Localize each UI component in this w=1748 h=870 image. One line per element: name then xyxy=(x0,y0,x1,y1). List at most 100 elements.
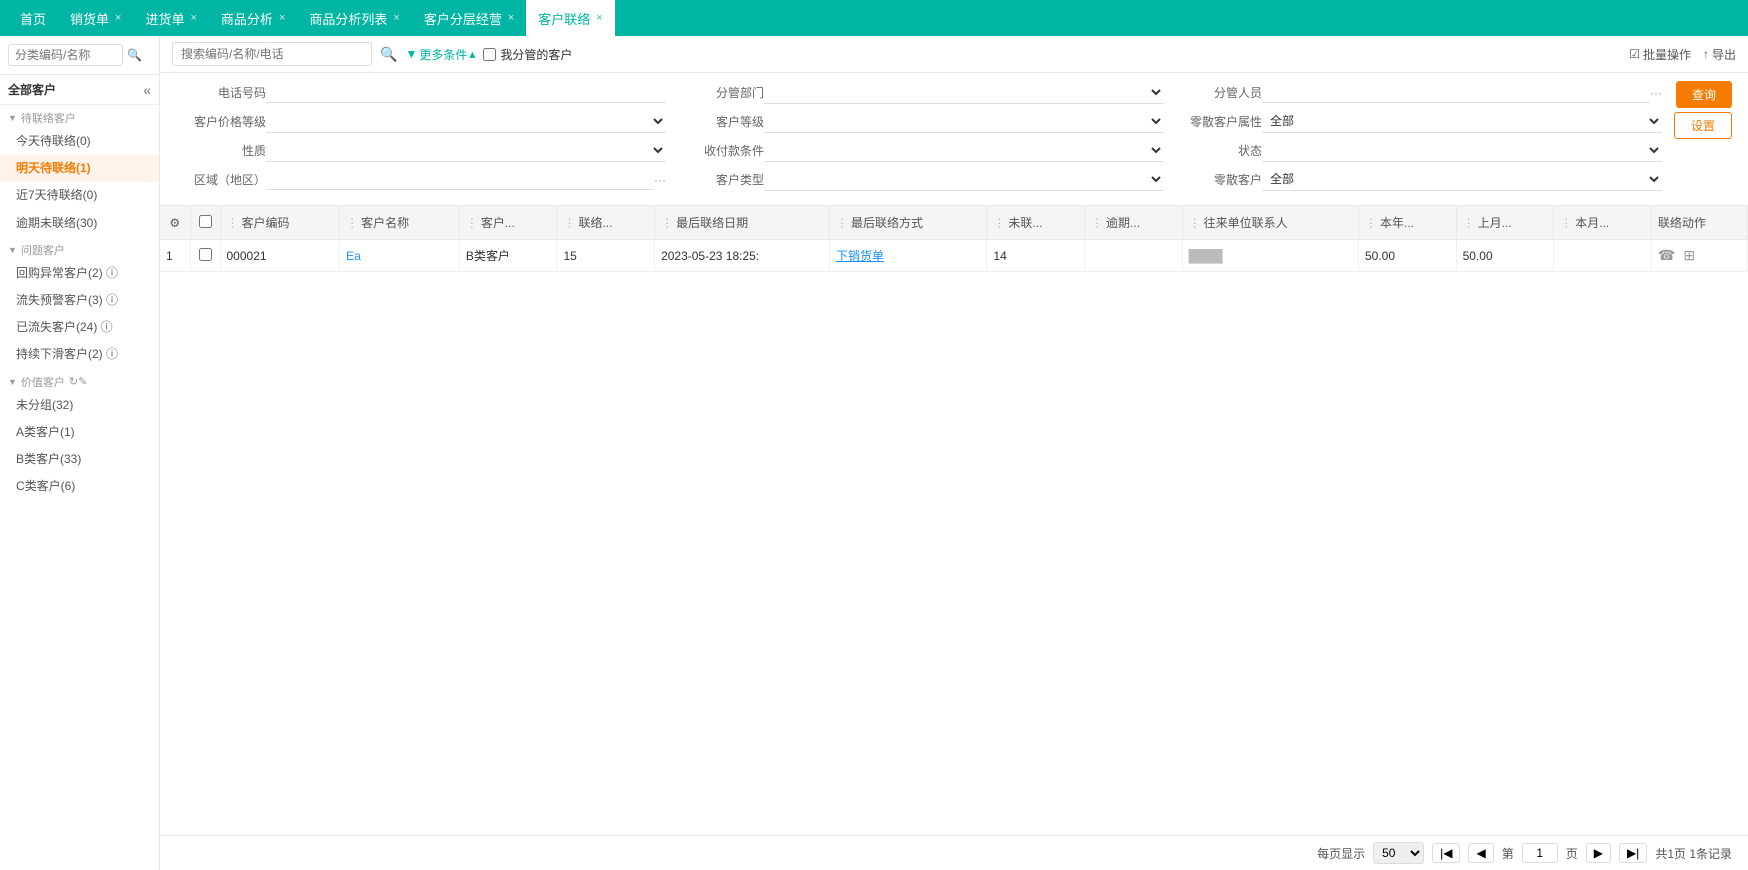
retail-attr-select[interactable]: 全部 xyxy=(1262,110,1662,133)
sidebar-declining[interactable]: 持续下滑客户(2) ⓘ xyxy=(0,341,159,368)
cell-last-contact-method[interactable]: 下销货单 xyxy=(829,240,986,272)
select-all-checkbox[interactable] xyxy=(199,215,212,228)
person-more-icon[interactable]: ··· xyxy=(1650,86,1662,100)
sidebar-search-icon[interactable]: 🔍 xyxy=(127,48,142,62)
sidebar-today-contact[interactable]: 今天待联络(0) xyxy=(0,128,159,155)
filter-row-3: 性质 收付款条件 xyxy=(176,139,1662,162)
nature-select[interactable] xyxy=(266,139,666,162)
region-more-icon[interactable]: ··· xyxy=(654,173,666,187)
page-size-select[interactable]: 50 100 200 xyxy=(1373,842,1424,864)
sidebar-search-area: 🔍 xyxy=(0,36,159,75)
export-button[interactable]: ↑ 导出 xyxy=(1703,46,1736,63)
col-last-contact-method[interactable]: 最后联络方式 xyxy=(829,206,986,240)
payment-select[interactable] xyxy=(764,139,1164,162)
sidebar-overdue-contact[interactable]: 逾期未联络(30) xyxy=(0,210,159,237)
nav-purchase-order[interactable]: 进货单 × xyxy=(133,0,208,36)
col-type[interactable]: 客户... xyxy=(459,206,557,240)
table-container: ⚙ 客户编码 客户名称 客户... 联络... 最后联络日期 最后联络方式 未联… xyxy=(160,206,1748,835)
filter-bar: 🔍 ▼ 更多条件 ▴ 我分管的客户 ☑ 批量操作 ↑ 导出 xyxy=(160,36,1748,73)
nav-customer-tier[interactable]: 客户分层经营 × xyxy=(412,0,526,36)
reset-button[interactable]: 设置 xyxy=(1674,112,1732,139)
cell-this-year: 50.00 xyxy=(1359,240,1457,272)
filter-row-2: 客户价格等级 客户等级 xyxy=(176,110,1662,133)
col-check xyxy=(190,206,220,240)
filter-nature: 性质 xyxy=(176,139,666,162)
retail-customer-select[interactable]: 全部 xyxy=(1262,168,1662,191)
sidebar-c-class[interactable]: C类客户(6) xyxy=(0,473,159,500)
nav-product-analysis-list-close[interactable]: × xyxy=(393,12,399,24)
filter-retail-attr: 零散客户属性 全部 xyxy=(1172,110,1662,133)
col-contact-count[interactable]: 联络... xyxy=(557,206,655,240)
my-customers-checkbox-label[interactable]: 我分管的客户 xyxy=(483,46,572,63)
nav-customer-contact-close[interactable]: × xyxy=(596,12,602,24)
filter-row-1: 电话号码 分管部门 xyxy=(176,81,1662,104)
page-prefix-label: 第 xyxy=(1502,845,1514,862)
cell-last-contact-date: 2023-05-23 18:25: xyxy=(655,240,830,272)
nav-product-analysis[interactable]: 商品分析 × xyxy=(209,0,297,36)
sidebar-search-input[interactable] xyxy=(8,44,123,66)
cell-name[interactable]: Ea xyxy=(340,240,460,272)
customer-level-select[interactable] xyxy=(764,110,1164,133)
last-page-button[interactable]: ▶| xyxy=(1619,843,1647,863)
first-page-button[interactable]: |◀ xyxy=(1432,843,1460,863)
region-input[interactable] xyxy=(266,169,654,190)
col-this-year[interactable]: 本年... xyxy=(1359,206,1457,240)
col-overdue[interactable]: 逾期... xyxy=(1085,206,1183,240)
customer-type-select[interactable] xyxy=(764,168,1164,191)
nav-sales-order[interactable]: 销货单 × xyxy=(58,0,133,36)
cell-type: B类客户 xyxy=(459,240,557,272)
col-last-month[interactable]: 上月... xyxy=(1456,206,1554,240)
page-number-input[interactable] xyxy=(1522,843,1558,863)
cell-code: 000021 xyxy=(220,240,340,272)
search-button[interactable]: 🔍 xyxy=(380,46,397,63)
table-footer: 每页显示 50 100 200 |◀ ◀ 第 页 ▶ ▶| 共1页 1条记录 xyxy=(160,835,1748,870)
sidebar-7days-contact[interactable]: 近7天待联络(0) xyxy=(0,182,159,209)
filter-actions: 查询 设置 xyxy=(1662,81,1732,139)
sidebar-a-class[interactable]: A类客户(1) xyxy=(0,419,159,446)
nav-home[interactable]: 首页 xyxy=(8,0,58,36)
sidebar-abnormal-repurchase[interactable]: 回购异常客户(2) ⓘ xyxy=(0,260,159,287)
cell-last-month: 50.00 xyxy=(1456,240,1554,272)
col-settings[interactable]: ⚙ xyxy=(160,206,190,240)
filter-panel: 电话号码 分管部门 xyxy=(160,73,1748,206)
col-this-month[interactable]: 本月... xyxy=(1554,206,1652,240)
nav-customer-contact[interactable]: 客户联络 × xyxy=(526,0,614,36)
col-name[interactable]: 客户名称 xyxy=(340,206,460,240)
sidebar-ungrouped[interactable]: 未分组(32) xyxy=(0,392,159,419)
cell-actions: ☎ ⊞ xyxy=(1651,240,1747,272)
price-level-select[interactable] xyxy=(266,110,666,133)
action-more-icon[interactable]: ⊞ xyxy=(1683,247,1695,264)
more-conditions-button[interactable]: ▼ 更多条件 ▴ xyxy=(405,46,475,63)
col-contact-person[interactable]: 往来单位联系人 xyxy=(1182,206,1358,240)
prev-page-button[interactable]: ◀ xyxy=(1468,843,1493,863)
search-input[interactable] xyxy=(172,42,372,66)
nav-sales-order-close[interactable]: × xyxy=(115,12,121,24)
nav-product-analysis-close[interactable]: × xyxy=(279,12,285,24)
action-phone-icon[interactable]: ☎ xyxy=(1658,247,1675,264)
department-select[interactable] xyxy=(764,81,1164,104)
row-checkbox[interactable] xyxy=(199,248,212,261)
phone-input[interactable] xyxy=(266,82,666,103)
sidebar-b-class[interactable]: B类客户(33) xyxy=(0,446,159,473)
last-contact-link[interactable]: 下销货单 xyxy=(836,249,884,263)
status-select[interactable] xyxy=(1262,139,1662,162)
nav-customer-tier-close[interactable]: × xyxy=(508,12,514,24)
batch-operation-button[interactable]: ☑ 批量操作 xyxy=(1629,46,1691,63)
filter-icon: ▼ xyxy=(405,47,417,61)
person-input[interactable] xyxy=(1262,82,1650,103)
col-last-contact-date[interactable]: 最后联络日期 xyxy=(655,206,830,240)
all-customers-header[interactable]: 全部客户 « xyxy=(0,75,159,105)
col-code[interactable]: 客户编码 xyxy=(220,206,340,240)
nav-product-analysis-list[interactable]: 商品分析列表 × xyxy=(297,0,411,36)
filter-retail-customer: 零散客户 全部 xyxy=(1172,168,1662,191)
query-button[interactable]: 查询 xyxy=(1676,81,1732,108)
next-page-button[interactable]: ▶ xyxy=(1586,843,1611,863)
my-customers-checkbox[interactable] xyxy=(483,48,496,61)
sidebar-churn-warning[interactable]: 流失预警客户(3) ⓘ xyxy=(0,287,159,314)
chevron-up-icon: ▴ xyxy=(469,47,475,61)
sidebar-tomorrow-contact[interactable]: 明天待联络(1) xyxy=(0,155,159,182)
sidebar-churned[interactable]: 已流失客户(24) ⓘ xyxy=(0,314,159,341)
col-uncontacted[interactable]: 未联... xyxy=(987,206,1085,240)
cell-check xyxy=(190,240,220,272)
nav-purchase-order-close[interactable]: × xyxy=(190,12,196,24)
